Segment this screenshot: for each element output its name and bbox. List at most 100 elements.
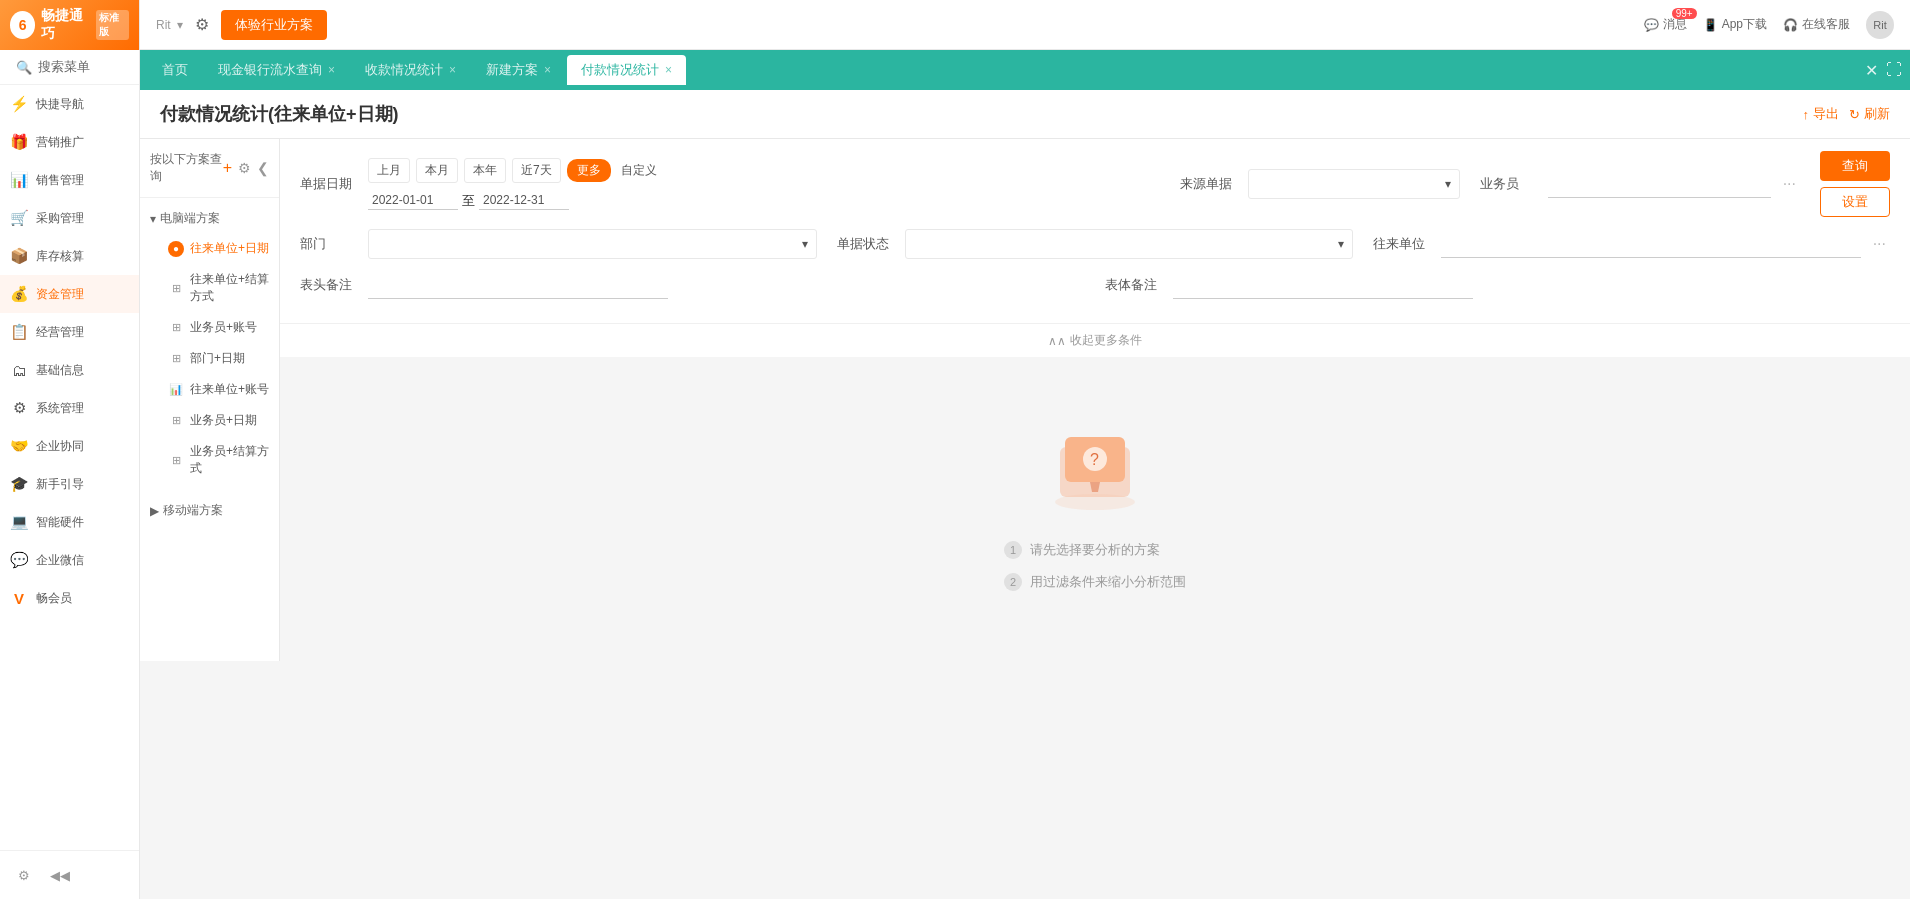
empty-illustration: ? (1035, 417, 1155, 517)
tab-receipt-stats-close[interactable]: × (449, 63, 456, 77)
notification-action[interactable]: 💬 消息 99+ (1644, 16, 1687, 33)
plan-item-salesperson-account[interactable]: ⊞ 业务员+账号 (140, 312, 279, 343)
plan-item-label-1: 往来单位+结算方式 (190, 271, 269, 305)
plan-item-salesperson-date[interactable]: ⊞ 业务员+日期 (140, 405, 279, 436)
tab-payment-stats[interactable]: 付款情况统计 × (567, 55, 686, 85)
page-header-actions: ↑ 导出 ↻ 刷新 (1803, 105, 1891, 123)
date-btn-last-month[interactable]: 上月 (368, 158, 410, 183)
source-label: 来源单据 (1180, 175, 1240, 193)
filter-panel: 按以下方案查询 + ⚙ ❮ ▾ 电脑端方案 ● (140, 139, 1910, 661)
tab-receipt-stats[interactable]: 收款情况统计 × (351, 55, 470, 85)
date-btn-more[interactable]: 更多 (567, 159, 611, 182)
tab-expand-btn[interactable]: ⛶ (1886, 61, 1902, 79)
sidebar-label-operation: 经营管理 (36, 324, 84, 341)
filter-date-item: 单据日期 上月 本月 本年 近7天 更多 自定义 (300, 158, 1160, 210)
tab-cash-flow-close[interactable]: × (328, 63, 335, 77)
dropdown-icon: ▾ (177, 18, 183, 32)
plan-item-counterpart-date[interactable]: ● 往来单位+日期 (140, 233, 279, 264)
search-label: 搜索菜单 (38, 58, 90, 76)
empty-tip-1: 1 请先选择要分析的方案 (1004, 537, 1186, 563)
tab-home[interactable]: 首页 (148, 55, 202, 85)
sidebar-item-wechat[interactable]: 💬 企业微信 (0, 541, 139, 579)
query-btn[interactable]: 查询 (1820, 151, 1890, 181)
top-header: Rit ▾ ⚙ 体验行业方案 💬 消息 99+ 📱 App下载 🎧 (140, 0, 1910, 50)
status-select[interactable]: ▾ (905, 229, 1354, 259)
sidebar-settings-btn[interactable]: ⚙ (10, 861, 38, 889)
plan-item-dept-date[interactable]: ⊞ 部门+日期 (140, 343, 279, 374)
setting-btn[interactable]: 设置 (1820, 187, 1890, 217)
refresh-btn[interactable]: ↻ 刷新 (1849, 105, 1890, 123)
sidebar-item-system[interactable]: ⚙ 系统管理 (0, 389, 139, 427)
source-select[interactable]: ▾ (1248, 169, 1460, 199)
date-start-input[interactable] (368, 191, 458, 210)
sidebar-item-basic-info[interactable]: 🗂 基础信息 (0, 351, 139, 389)
plan-item-counterpart-account[interactable]: 📊 往来单位+账号 (140, 374, 279, 405)
sidebar-search[interactable]: 🔍 搜索菜单 (0, 50, 139, 85)
sidebar-item-guide[interactable]: 🎓 新手引导 (0, 465, 139, 503)
filter-sidebar-title: 按以下方案查询 (150, 151, 223, 185)
export-btn[interactable]: ↑ 导出 (1803, 105, 1840, 123)
top-header-right: 💬 消息 99+ 📱 App下载 🎧 在线客服 Rit (1644, 11, 1894, 39)
filter-sidebar-header-actions: + ⚙ ❮ (223, 159, 269, 177)
date-controls: 上月 本月 本年 近7天 更多 自定义 至 (368, 158, 657, 210)
sidebar-item-operation[interactable]: 📋 经营管理 (0, 313, 139, 351)
date-btn-group: 上月 本月 本年 近7天 更多 自定义 (368, 158, 657, 183)
tab-cash-flow-label: 现金银行流水查询 (218, 61, 322, 79)
app-container: 6 畅捷通巧 标准版 🔍 搜索菜单 ⚡ 快捷导航 🎁 营销推广 📊 销售管理 🛒 (0, 0, 1910, 899)
plan-item-counterpart-settlement[interactable]: ⊞ 往来单位+结算方式 (140, 264, 279, 312)
collapse-sidebar-btn[interactable]: ❮ (257, 160, 269, 176)
settings-plan-btn[interactable]: ⚙ (238, 160, 251, 176)
plan-section-mobile-label: 移动端方案 (163, 502, 223, 519)
trial-btn[interactable]: 体验行业方案 (221, 10, 327, 40)
filter-form-wrapper: 单据日期 上月 本月 本年 近7天 更多 自定义 (280, 139, 1910, 661)
counterpart-ellipsis-btn[interactable]: ··· (1869, 235, 1890, 253)
tab-close-all-btn[interactable]: ✕ (1865, 61, 1878, 80)
status-dropdown-icon: ▾ (1338, 237, 1344, 251)
date-btn-7days[interactable]: 近7天 (512, 158, 561, 183)
salesperson-input[interactable] (1548, 170, 1771, 198)
service-icon: 🎧 (1783, 18, 1798, 32)
date-label: 单据日期 (300, 175, 360, 193)
online-service-label: 在线客服 (1802, 16, 1850, 33)
tab-payment-stats-close[interactable]: × (665, 63, 672, 77)
user-avatar[interactable]: Rit (1866, 11, 1894, 39)
tab-new-plan[interactable]: 新建方案 × (472, 55, 565, 85)
sidebar-item-inventory[interactable]: 📦 库存核算 (0, 237, 139, 275)
add-plan-btn[interactable]: + (223, 159, 232, 177)
header-settings-btn[interactable]: ⚙ (195, 15, 209, 34)
plan-icon-6: ⊞ (168, 452, 184, 468)
sidebar-item-purchase[interactable]: 🛒 采购管理 (0, 199, 139, 237)
sidebar-item-finance[interactable]: 💰 资金管理 (0, 275, 139, 313)
sidebar-item-vip[interactable]: V 畅会员 (0, 579, 139, 617)
counterpart-input[interactable] (1441, 230, 1860, 258)
plan-item-salesperson-settlement[interactable]: ⊞ 业务员+结算方式 (140, 436, 279, 484)
export-label: 导出 (1813, 105, 1839, 123)
online-service-action[interactable]: 🎧 在线客服 (1783, 16, 1850, 33)
body-note-input[interactable] (1173, 271, 1473, 299)
tab-new-plan-close[interactable]: × (544, 63, 551, 77)
status-label: 单据状态 (837, 235, 897, 253)
sidebar-item-enterprise[interactable]: 🤝 企业协同 (0, 427, 139, 465)
plan-section-mobile: ▶ 移动端方案 (140, 490, 279, 531)
sidebar-label-vip: 畅会员 (36, 590, 72, 607)
tab-cash-flow[interactable]: 现金银行流水查询 × (204, 55, 349, 85)
date-end-input[interactable] (479, 191, 569, 210)
date-btn-this-month[interactable]: 本月 (416, 158, 458, 183)
sidebar-item-sales[interactable]: 📊 销售管理 (0, 161, 139, 199)
sidebar-item-marketing[interactable]: 🎁 营销推广 (0, 123, 139, 161)
dept-select[interactable]: ▾ (368, 229, 817, 259)
company-selector[interactable]: Rit ▾ (156, 18, 183, 32)
sidebar-item-quick-nav[interactable]: ⚡ 快捷导航 (0, 85, 139, 123)
sidebar-item-hardware[interactable]: 💻 智能硬件 (0, 503, 139, 541)
sidebar-collapse-btn[interactable]: ◀◀ (46, 861, 74, 889)
search-icon: 🔍 (16, 60, 32, 75)
date-btn-this-year[interactable]: 本年 (464, 158, 506, 183)
collapse-bar[interactable]: ∧∧ 收起更多条件 (280, 323, 1910, 357)
page-header: 付款情况统计(往来单位+日期) ↑ 导出 ↻ 刷新 (140, 90, 1910, 139)
finance-icon: 💰 (10, 285, 28, 303)
salesperson-ellipsis-btn[interactable]: ··· (1779, 175, 1800, 193)
sidebar-label-marketing: 营销推广 (36, 134, 84, 151)
app-download-action[interactable]: 📱 App下载 (1703, 16, 1767, 33)
header-note-input[interactable] (368, 271, 668, 299)
plan-item-label-2: 业务员+账号 (190, 319, 257, 336)
